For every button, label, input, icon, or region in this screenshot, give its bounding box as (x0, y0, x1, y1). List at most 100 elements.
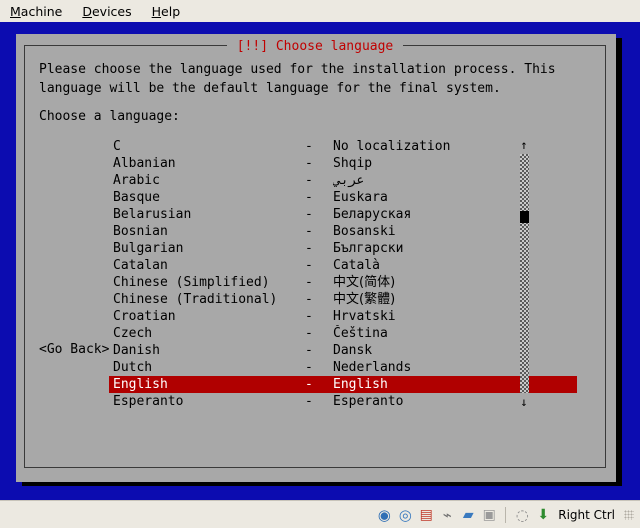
language-row[interactable]: English - English (109, 376, 577, 393)
language-name-english: Czech (113, 326, 153, 341)
language-name-native: Català (333, 258, 380, 273)
language-name-native: Nederlands (333, 360, 412, 375)
language-name-native: English (333, 377, 388, 392)
language-name-english: Bulgarian (113, 241, 184, 256)
language-name-native: 中文(繁體) (333, 292, 396, 307)
language-separator: - (305, 241, 313, 256)
installer-dialog: [!!] Choose language Please choose the l… (16, 34, 616, 482)
menu-item-machine[interactable]: Machine (0, 2, 72, 21)
virtualbox-window: Machine Devices Help [!!] Choose languag… (0, 0, 640, 528)
language-name-native: Čeština (333, 326, 388, 341)
language-separator: - (305, 190, 313, 205)
language-name-english: Danish (113, 343, 160, 358)
language-separator: - (305, 207, 313, 222)
language-separator: - (305, 394, 313, 409)
menu-item-devices-label: evices (91, 3, 132, 19)
language-name-native: Bosanski (333, 224, 396, 239)
language-separator: - (305, 173, 313, 188)
menu-mnemonic-help: H (151, 3, 162, 19)
language-row[interactable]: Arabic - عربي (109, 172, 577, 189)
language-name-english: Belarusian (113, 207, 192, 222)
language-row[interactable]: Basque - Euskara (109, 189, 577, 206)
menu-mnemonic-devices: D (82, 3, 92, 19)
language-list[interactable]: C - No localization Albanian - Shqip Arabic - عر… (109, 138, 577, 410)
language-name-english: C (113, 139, 121, 154)
language-name-native: Български (333, 241, 404, 256)
menubar: Machine Devices Help (0, 0, 640, 23)
language-row[interactable]: Dutch - Nederlands (109, 359, 577, 376)
dialog-description: Please choose the language used for the … (39, 62, 556, 96)
language-separator: - (305, 377, 313, 392)
language-row[interactable]: Belarusian - Беларуская (109, 206, 577, 223)
menu-item-machine-label: achine (20, 3, 63, 19)
language-row[interactable]: Croatian - Hrvatski (109, 308, 577, 325)
language-separator: - (305, 258, 313, 273)
language-name-native: Euskara (333, 190, 388, 205)
scroll-up-arrow-icon[interactable]: ↑ (517, 138, 531, 152)
dialog-frame: [!!] Choose language Please choose the l… (24, 38, 606, 468)
host-key-icon[interactable]: ⬇ (535, 507, 551, 523)
language-name-english: Croatian (113, 309, 176, 324)
menu-mnemonic-machine: M (10, 3, 21, 19)
language-separator: - (305, 275, 313, 290)
statusbar: ◉ ◎ ▤ ⌁ ▰ ▣ ◌ ⬇ Right Ctrl (0, 500, 640, 528)
language-row[interactable]: Esperanto - Esperanto (109, 393, 577, 410)
go-back-button[interactable]: <Go Back> (39, 342, 109, 357)
language-row[interactable]: Catalan - Català (109, 257, 577, 274)
resize-grip[interactable] (624, 509, 634, 520)
language-name-english: Basque (113, 190, 160, 205)
language-name-english: Catalan (113, 258, 168, 273)
language-row[interactable]: Czech - Čeština (109, 325, 577, 342)
language-row[interactable]: C - No localization (109, 138, 577, 155)
list-scrollbar[interactable]: ↑ ↓ (517, 138, 531, 409)
mouse-icon[interactable]: ◌ (514, 507, 530, 523)
language-separator: - (305, 156, 313, 171)
language-name-english: Esperanto (113, 394, 184, 409)
language-separator: - (305, 326, 313, 341)
language-name-native: Dansk (333, 343, 373, 358)
language-row[interactable]: Chinese (Traditional) - 中文(繁體) (109, 291, 577, 308)
dialog-title: [!!] Choose language (226, 38, 404, 54)
usb-icon[interactable]: ⌁ (439, 507, 455, 523)
scrollbar-thumb[interactable] (520, 211, 529, 224)
language-name-english: Dutch (113, 360, 153, 375)
language-name-english: Albanian (113, 156, 176, 171)
language-name-native: Hrvatski (333, 309, 396, 324)
menu-item-devices[interactable]: Devices (72, 2, 141, 21)
dialog-titlebar: [!!] Choose language (25, 38, 605, 54)
language-separator: - (305, 139, 313, 154)
dialog-prompt: Choose a language: (39, 109, 180, 124)
display-icon[interactable]: ▣ (481, 507, 497, 523)
language-separator: - (305, 309, 313, 324)
network-icon[interactable]: ▤ (418, 507, 434, 523)
language-separator: - (305, 224, 313, 239)
language-name-native: Shqip (333, 156, 373, 171)
language-row[interactable]: Bosnian - Bosanski (109, 223, 577, 240)
language-name-native: Беларуская (333, 207, 412, 222)
language-name-english: Bosnian (113, 224, 168, 239)
optical-disk-icon[interactable]: ◎ (397, 507, 413, 523)
language-name-english: English (113, 377, 168, 392)
language-name-native: No localization (333, 139, 451, 154)
menu-item-help[interactable]: Help (142, 2, 191, 21)
language-separator: - (305, 343, 313, 358)
host-key-label: Right Ctrl (558, 507, 615, 522)
scrollbar-track[interactable] (520, 154, 529, 393)
language-separator: - (305, 292, 313, 307)
menu-item-help-label: elp (161, 3, 181, 19)
vm-console-screen[interactable]: [!!] Choose language Please choose the l… (0, 22, 640, 500)
language-separator: - (305, 360, 313, 375)
language-row[interactable]: Bulgarian - Български (109, 240, 577, 257)
language-name-english: Arabic (113, 173, 160, 188)
language-name-native: Esperanto (333, 394, 404, 409)
language-name-native: عربي (333, 173, 365, 188)
language-name-native: 中文(简体) (333, 275, 396, 290)
scroll-down-arrow-icon[interactable]: ↓ (517, 395, 531, 409)
hard-disk-icon[interactable]: ◉ (376, 507, 392, 523)
language-row[interactable]: Danish - Dansk (109, 342, 577, 359)
language-row[interactable]: Albanian - Shqip (109, 155, 577, 172)
shared-folder-icon[interactable]: ▰ (460, 507, 476, 523)
language-row[interactable]: Chinese (Simplified) - 中文(简体) (109, 274, 577, 291)
statusbar-separator (505, 506, 507, 523)
language-name-english: Chinese (Simplified) (113, 275, 270, 290)
